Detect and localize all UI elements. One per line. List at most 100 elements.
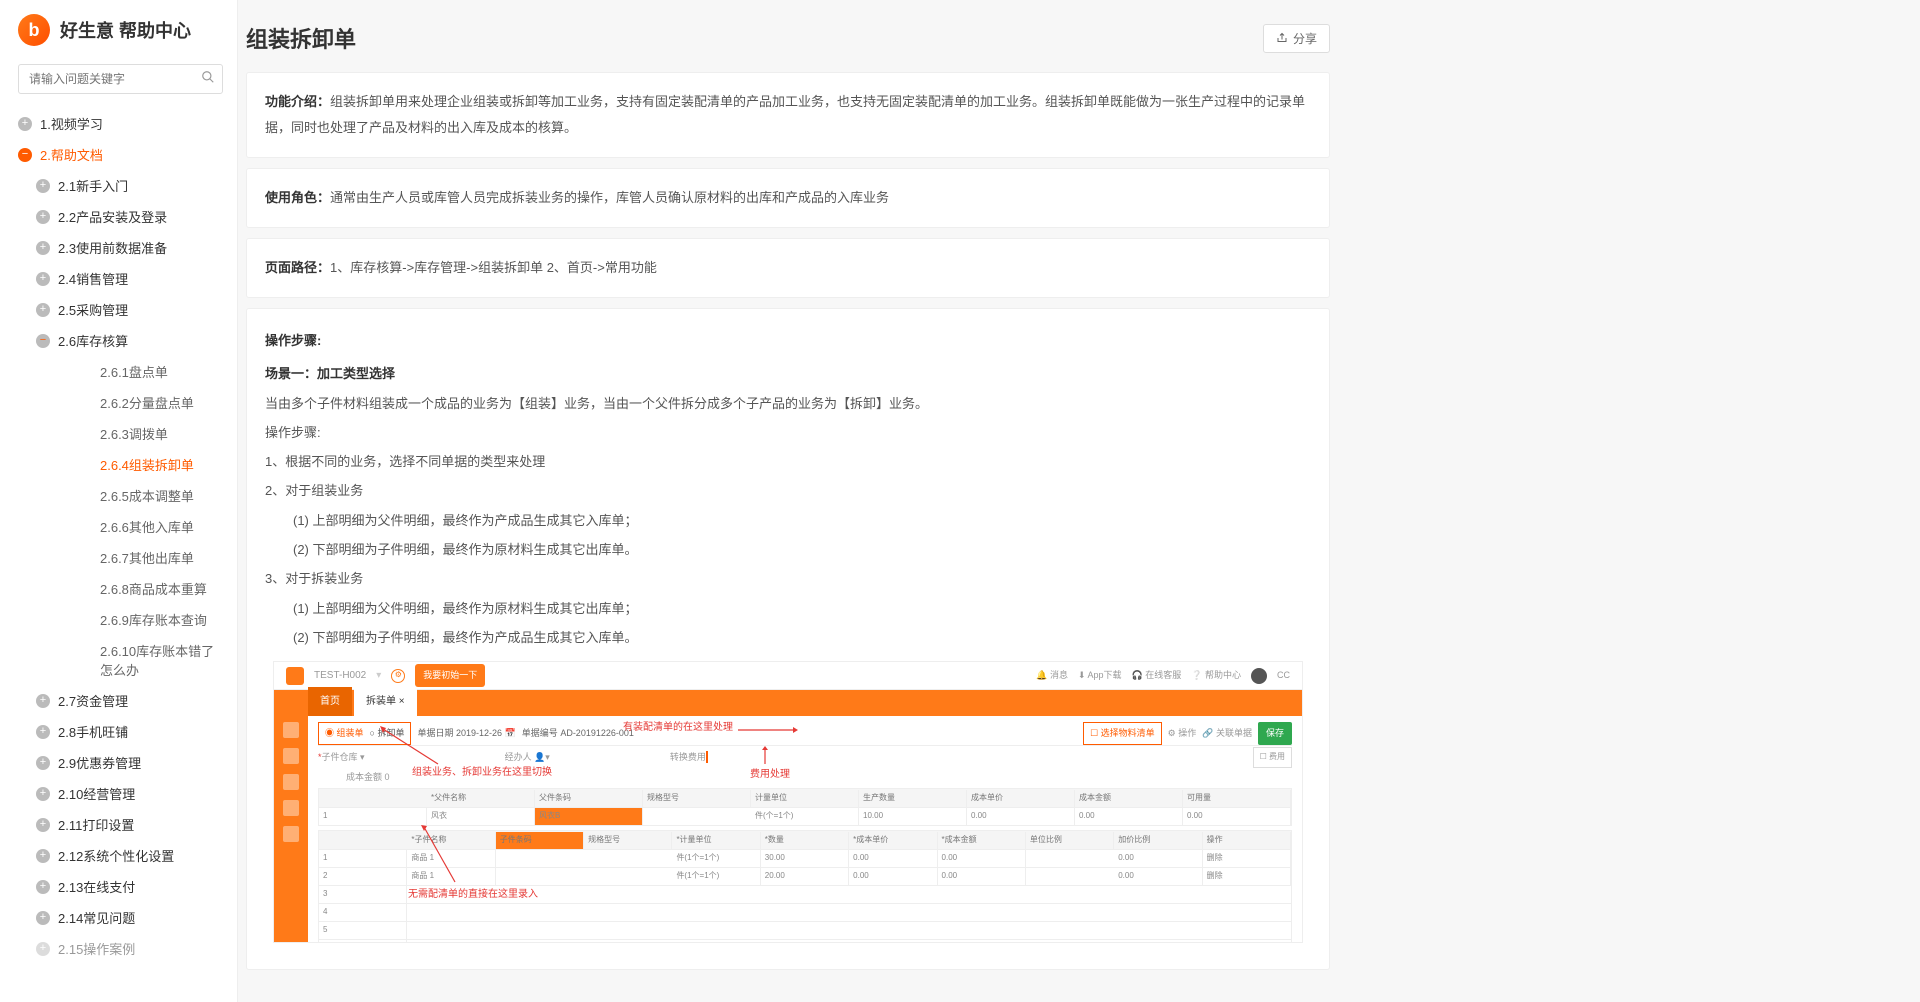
shot-leftbar xyxy=(274,716,308,942)
nav-leaf-264[interactable]: 2.6.4组装拆卸单 xyxy=(64,449,223,480)
home-icon xyxy=(283,722,299,738)
gear-icon: ⚙ xyxy=(391,669,405,683)
plus-icon: + xyxy=(36,303,50,317)
annotation-2: 组装业务、拆卸业务在这里切换 xyxy=(412,762,552,783)
nav-leaf-266[interactable]: 2.6.6其他入库单 xyxy=(64,511,223,542)
share-button[interactable]: 分享 xyxy=(1263,24,1330,53)
nav-item-2-3[interactable]: +2.3使用前数据准备 xyxy=(36,232,223,263)
step1: 1、根据不同的业务，选择不同单据的类型来处理 xyxy=(265,448,1311,475)
nav-leaf-269[interactable]: 2.6.9库存账本查询 xyxy=(64,604,223,635)
intro-card: 功能介绍：组装拆卸单用来处理企业组装或拆卸等加工业务，支持有固定装配清单的产品加… xyxy=(246,72,1330,158)
step3-1: (1) 上部明细为父件明细，最终作为原材料生成其它出库单； xyxy=(265,595,1311,622)
annotation-1: 有装配清单的在这里处理 xyxy=(623,717,733,738)
step2-2: (2) 下部明细为子件明细，最终作为原材料生成其它出库单。 xyxy=(265,536,1311,563)
search-input[interactable] xyxy=(18,64,223,94)
plus-icon: + xyxy=(36,272,50,286)
nav-leaf-263[interactable]: 2.6.3调拨单 xyxy=(64,418,223,449)
nav-item-video[interactable]: +1.视频学习 xyxy=(18,108,223,139)
cart-icon xyxy=(283,774,299,790)
plus-icon: + xyxy=(36,694,50,708)
nav-leaf-2610[interactable]: 2.6.10库存账本错了怎么办 xyxy=(64,635,223,685)
plus-icon: + xyxy=(36,179,50,193)
download-icon: ⬇ App下载 xyxy=(1078,666,1122,685)
minus-icon: − xyxy=(18,148,32,162)
plus-icon: + xyxy=(36,911,50,925)
intro-label: 功能介绍： xyxy=(265,94,330,109)
step3: 3、对于拆装业务 xyxy=(265,565,1311,592)
shot-top-label: TEST-H002 xyxy=(314,665,366,686)
nav-item-2-1[interactable]: +2.1新手入门 xyxy=(36,170,223,201)
nav-leaf-268[interactable]: 2.6.8商品成本重算 xyxy=(64,573,223,604)
shot-tab-active: 拆装单 × xyxy=(354,687,417,716)
plus-icon: + xyxy=(36,880,50,894)
plus-icon: + xyxy=(36,725,50,739)
bell-icon: 🔔 消息 xyxy=(1036,666,1068,685)
nav-item-docs[interactable]: −2.帮助文档 xyxy=(18,139,223,170)
avatar-icon xyxy=(1251,668,1267,684)
nav-item-2-13[interactable]: +2.13在线支付 xyxy=(36,871,223,902)
shot-save-btn: 保存 xyxy=(1258,722,1292,745)
support-icon: 🎧 在线客服 xyxy=(1132,666,1182,685)
nav-tree: +1.视频学习 −2.帮助文档 +2.1新手入门 +2.2产品安装及登录 +2.… xyxy=(18,108,223,964)
plus-icon: + xyxy=(36,787,50,801)
brand-title: 好生意 帮助中心 xyxy=(60,17,191,43)
steps-title: 操作步骤: xyxy=(265,327,1311,354)
shot-fee-input xyxy=(706,751,708,763)
shot-fee-btn: ☐ 费用 xyxy=(1253,747,1292,768)
report-icon xyxy=(283,826,299,842)
nav-item-2-6[interactable]: −2.6库存核算 xyxy=(36,325,223,356)
nav-item-2-15[interactable]: +2.15操作案例 xyxy=(36,933,223,964)
grid-icon xyxy=(283,800,299,816)
nav-item-2-10[interactable]: +2.10经营管理 xyxy=(36,778,223,809)
share-icon xyxy=(1276,32,1288,44)
shot-bom-box: ☐ 选择物料清单 xyxy=(1083,722,1162,745)
shot-topbar: TEST-H002 ▾ ⚙ 我要初始一下 🔔 消息 ⬇ App下载 🎧 在线客服… xyxy=(274,662,1302,690)
plus-icon: + xyxy=(36,756,50,770)
shot-row1: ◉ 组装单○ 拆卸单 单据日期 2019-12-26 📅 单据编号 AD-201… xyxy=(318,722,1292,746)
plus-icon: + xyxy=(36,241,50,255)
sidebar: b 好生意 帮助中心 +1.视频学习 −2.帮助文档 +2.1新手入门 +2.2… xyxy=(0,0,238,1002)
nav-leaf-265[interactable]: 2.6.5成本调整单 xyxy=(64,480,223,511)
scene-title: 场景一：加工类型选择 xyxy=(265,360,1311,387)
nav-item-2-2[interactable]: +2.2产品安装及登录 xyxy=(36,201,223,232)
nav-item-2-14[interactable]: +2.14常见问题 xyxy=(36,902,223,933)
nav-item-2-5[interactable]: +2.5采购管理 xyxy=(36,294,223,325)
scene-desc: 当由多个子件材料组装成一个成品的业务为【组装】业务，当由一个父件拆分成多个子产品… xyxy=(265,390,1311,417)
nav-leaf-267[interactable]: 2.6.7其他出库单 xyxy=(64,542,223,573)
annotation-3: 费用处理 xyxy=(750,764,790,785)
path-label: 页面路径： xyxy=(265,260,330,275)
shot-logo-icon xyxy=(286,667,304,685)
nav-item-2-4[interactable]: +2.4销售管理 xyxy=(36,263,223,294)
help-icon: ❔ 帮助中心 xyxy=(1191,666,1241,685)
plus-icon: + xyxy=(18,117,32,131)
role-text: 通常由生产人员或库管人员完成拆装业务的操作，库管人员确认原材料的出库和产成品的入… xyxy=(330,190,889,205)
path-card: 页面路径：1、库存核算->库存管理->组装拆卸单 2、首页->常用功能 xyxy=(246,238,1330,298)
nav-item-2-11[interactable]: +2.11打印设置 xyxy=(36,809,223,840)
screenshot-figure: TEST-H002 ▾ ⚙ 我要初始一下 🔔 消息 ⬇ App下载 🎧 在线客服… xyxy=(273,661,1303,943)
nav-leaf-262[interactable]: 2.6.2分量盘点单 xyxy=(64,387,223,418)
box-icon xyxy=(283,748,299,764)
shot-top-btn: 我要初始一下 xyxy=(415,664,485,687)
nav-item-2-7[interactable]: +2.7资金管理 xyxy=(36,685,223,716)
path-text: 1、库存核算->库存管理->组装拆卸单 2、首页->常用功能 xyxy=(330,260,657,275)
ops-title: 操作步骤: xyxy=(265,419,1311,446)
step3-2: (2) 下部明细为子件明细，最终作为产成品生成其它入库单。 xyxy=(265,624,1311,651)
shot-radio-group: ◉ 组装单○ 拆卸单 xyxy=(318,722,411,745)
search-box xyxy=(18,64,223,94)
plus-icon: + xyxy=(36,210,50,224)
nav-item-2-8[interactable]: +2.8手机旺铺 xyxy=(36,716,223,747)
nav-leaf-261[interactable]: 2.6.1盘点单 xyxy=(64,356,223,387)
role-label: 使用角色： xyxy=(265,190,330,205)
steps-card: 操作步骤: 场景一：加工类型选择 当由多个子件材料组装成一个成品的业务为【组装】… xyxy=(246,308,1330,970)
search-icon[interactable] xyxy=(201,70,215,87)
nav-item-2-12[interactable]: +2.12系统个性化设置 xyxy=(36,840,223,871)
plus-icon: + xyxy=(36,849,50,863)
main-content: 组装拆卸单 分享 功能介绍：组装拆卸单用来处理企业组装或拆卸等加工业务，支持有固… xyxy=(238,0,1920,1002)
plus-icon: + xyxy=(36,942,50,956)
brand-logo-icon: b xyxy=(18,14,50,46)
minus-icon: − xyxy=(36,334,50,348)
nav-item-2-9[interactable]: +2.9优惠券管理 xyxy=(36,747,223,778)
shot-tabs: 首页 拆装单 × xyxy=(274,690,1302,716)
plus-icon: + xyxy=(36,818,50,832)
shot-parent-table: *父件名称父件条码规格型号计量单位生产数量成本单价成本金额可用量 1风衣风衣B件… xyxy=(318,788,1292,826)
